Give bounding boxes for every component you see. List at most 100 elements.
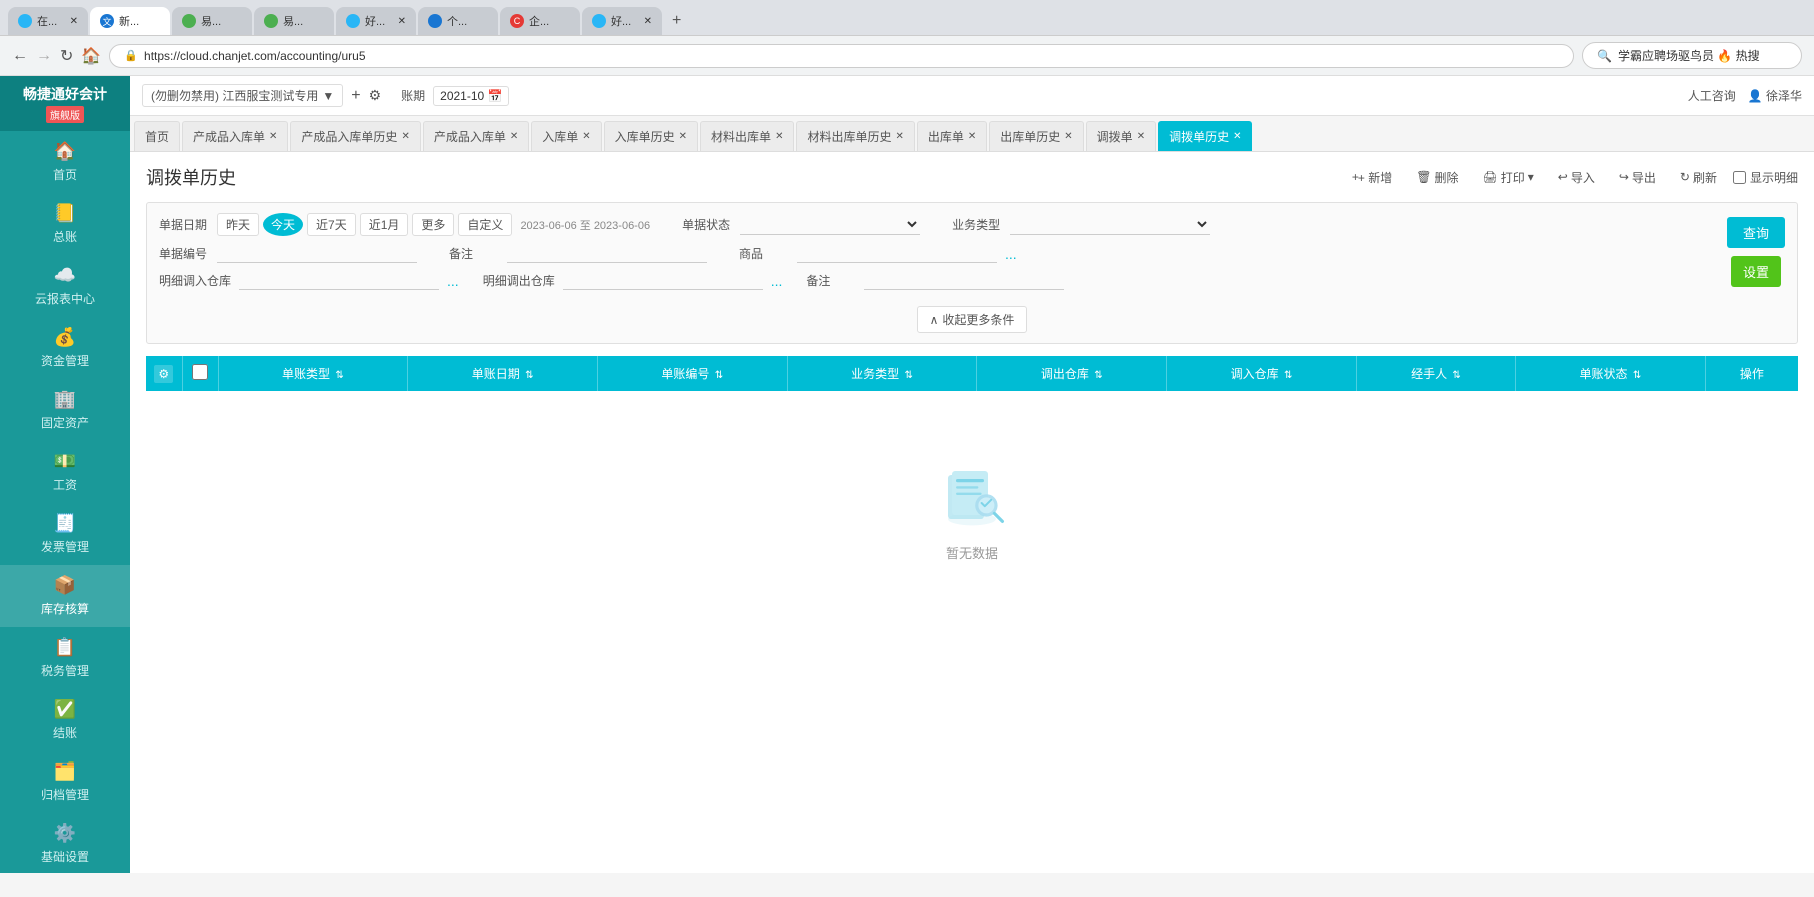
tab-product-in[interactable]: 产成品入库单 ✕ — [182, 121, 288, 151]
col-date[interactable]: 单账日期 ⇅ — [408, 356, 598, 391]
tab-material-out[interactable]: 材料出库单 ✕ — [700, 121, 794, 151]
status-select[interactable] — [740, 214, 920, 235]
date-today-btn[interactable]: 今天 — [263, 213, 303, 236]
tab-close-icon[interactable]: ✕ — [895, 131, 903, 142]
note-input[interactable] — [864, 271, 1064, 290]
browser-tab[interactable]: C 企... — [500, 7, 580, 35]
browser-tab[interactable]: 好... ✕ — [582, 7, 662, 35]
print-button[interactable]: 🖨 打印 ▾ — [1474, 165, 1541, 190]
sidebar-item-ledger[interactable]: 📒 总账 — [0, 193, 130, 255]
sidebar-item-reports[interactable]: ☁️ 云报表中心 — [0, 255, 130, 317]
col-in-warehouse[interactable]: 调入仓库 ⇅ — [1167, 356, 1357, 391]
col-no[interactable]: 单账编号 ⇅ — [597, 356, 787, 391]
tab-home[interactable]: 首页 — [134, 121, 180, 151]
date-1month-btn[interactable]: 近1月 — [360, 213, 409, 236]
delete-button[interactable]: 🗑 删除 — [1408, 165, 1466, 190]
tab-close-icon[interactable]: ✕ — [679, 131, 687, 142]
select-all-checkbox[interactable] — [192, 364, 208, 380]
remark-input[interactable] — [507, 244, 707, 263]
tab-close-icon[interactable]: ✕ — [775, 131, 783, 142]
home-icon: 🏠 — [54, 141, 76, 162]
business-type-select[interactable] — [1010, 214, 1210, 235]
sort-icon: ⇅ — [1284, 370, 1292, 381]
tab-transfer[interactable]: 调拨单 ✕ — [1086, 121, 1156, 151]
top-bar-right: 人工咨询 👤 徐泽华 — [1688, 87, 1802, 104]
browser-tab[interactable]: 易... — [172, 7, 252, 35]
service-link[interactable]: 人工咨询 — [1688, 87, 1736, 104]
tab-close-icon[interactable]: ✕ — [510, 131, 518, 142]
company-selector[interactable]: (勿删勿禁用) 江西服宝测试专用 ▼ — [142, 84, 343, 107]
collapse-filter-button[interactable]: ∧ 收起更多条件 — [917, 306, 1028, 333]
forward-button[interactable]: → — [36, 47, 52, 65]
tab-close-icon[interactable]: ✕ — [401, 131, 409, 142]
show-detail-checkbox[interactable] — [1733, 171, 1746, 184]
search-bar[interactable]: 🔍 学霸应聘场驱鸟员 🔥 热搜 — [1582, 42, 1802, 69]
table-gear-header[interactable]: ⚙ — [146, 356, 182, 391]
export-button[interactable]: ↪ 导出 — [1611, 165, 1664, 190]
tab-transfer-history[interactable]: 调拨单历史 ✕ — [1158, 121, 1252, 151]
col-status[interactable]: 单账状态 ⇅ — [1516, 356, 1706, 391]
table-settings-icon[interactable]: ⚙ — [154, 365, 173, 383]
tab-product-in-list[interactable]: 产成品入库单 ✕ — [423, 121, 529, 151]
period-value[interactable]: 2021-10 📅 — [433, 86, 509, 106]
browser-tab[interactable]: 易... — [254, 7, 334, 35]
sidebar-item-finance[interactable]: 💰 资金管理 — [0, 317, 130, 379]
sidebar-item-assets[interactable]: 🏢 固定资产 — [0, 379, 130, 441]
query-button[interactable]: 查询 — [1727, 217, 1785, 248]
goods-input[interactable] — [797, 244, 997, 263]
goods-select-icon[interactable]: ... — [1005, 246, 1017, 262]
tab-material-out-history[interactable]: 材料出库单历史 ✕ — [796, 121, 914, 151]
date-custom-btn[interactable]: 自定义 — [458, 213, 512, 236]
sidebar-item-invoice[interactable]: 🧾 发票管理 — [0, 503, 130, 565]
detail-out-input[interactable] — [563, 271, 763, 290]
col-type[interactable]: 单账类型 ⇅ — [218, 356, 408, 391]
col-operation: 操作 — [1705, 356, 1798, 391]
tab-close-icon[interactable]: ✕ — [582, 131, 590, 142]
tab-product-in-history[interactable]: 产成品入库单历史 ✕ — [290, 121, 420, 151]
tab-close-icon[interactable]: ✕ — [1064, 131, 1072, 142]
refresh-button[interactable]: ↻ — [60, 46, 73, 66]
home-button[interactable]: 🏠 — [81, 46, 101, 66]
table-checkbox-header[interactable] — [182, 356, 218, 391]
date-yesterday-btn[interactable]: 昨天 — [217, 213, 259, 236]
tab-close-icon[interactable]: ✕ — [968, 131, 976, 142]
import-button[interactable]: ↩ 导入 — [1550, 165, 1603, 190]
user-avatar[interactable]: 👤 徐泽华 — [1748, 87, 1802, 104]
col-biz-type[interactable]: 业务类型 ⇅ — [787, 356, 977, 391]
sidebar-item-settings[interactable]: ⚙️ 基础设置 — [0, 813, 130, 873]
sidebar-item-salary[interactable]: 💵 工资 — [0, 441, 130, 503]
col-handler[interactable]: 经手人 ⇅ — [1356, 356, 1515, 391]
tab-out-history[interactable]: 出库单历史 ✕ — [989, 121, 1083, 151]
back-button[interactable]: ← — [12, 47, 28, 65]
sidebar-item-inventory[interactable]: 📦 库存核算 — [0, 565, 130, 627]
new-tab-button[interactable]: + — [664, 7, 689, 35]
detail-in-input[interactable] — [239, 271, 439, 290]
sidebar-item-archive[interactable]: 🗂️ 归档管理 — [0, 751, 130, 813]
add-company-button[interactable]: + — [351, 87, 360, 105]
sidebar-item-home[interactable]: 🏠 首页 — [0, 131, 130, 193]
date-more-btn[interactable]: 更多 — [412, 213, 454, 236]
tab-in-order[interactable]: 入库单 ✕ — [531, 121, 601, 151]
new-button[interactable]: + + 新增 — [1344, 165, 1400, 190]
tab-close-icon[interactable]: ✕ — [269, 131, 277, 142]
browser-tab[interactable]: 好... ✕ — [336, 7, 416, 35]
refresh-page-button[interactable]: ↻ 刷新 — [1672, 165, 1725, 190]
tab-close-icon[interactable]: ✕ — [1233, 131, 1241, 142]
tab-out-order[interactable]: 出库单 ✕ — [917, 121, 987, 151]
sidebar-item-tax[interactable]: 📋 税务管理 — [0, 627, 130, 689]
detail-in-select-icon[interactable]: ... — [447, 273, 459, 289]
order-no-input[interactable] — [217, 244, 417, 263]
company-settings-button[interactable]: ⚙ — [369, 87, 382, 104]
browser-tab[interactable]: 文 新... — [90, 7, 170, 35]
sidebar-item-closing[interactable]: ✅ 结账 — [0, 689, 130, 751]
note-filter-label: 备注 — [806, 272, 856, 289]
address-input-container[interactable]: 🔒 https://cloud.chanjet.com/accounting/u… — [109, 44, 1574, 68]
browser-tab[interactable]: 在... ✕ — [8, 7, 88, 35]
col-out-warehouse[interactable]: 调出仓库 ⇅ — [977, 356, 1167, 391]
date-7days-btn[interactable]: 近7天 — [307, 213, 356, 236]
tab-close-icon[interactable]: ✕ — [1137, 131, 1145, 142]
browser-tab[interactable]: 个... — [418, 7, 498, 35]
filter-settings-button[interactable]: 设置 — [1731, 256, 1781, 287]
tab-in-history[interactable]: 入库单历史 ✕ — [604, 121, 698, 151]
detail-out-select-icon[interactable]: ... — [771, 273, 783, 289]
